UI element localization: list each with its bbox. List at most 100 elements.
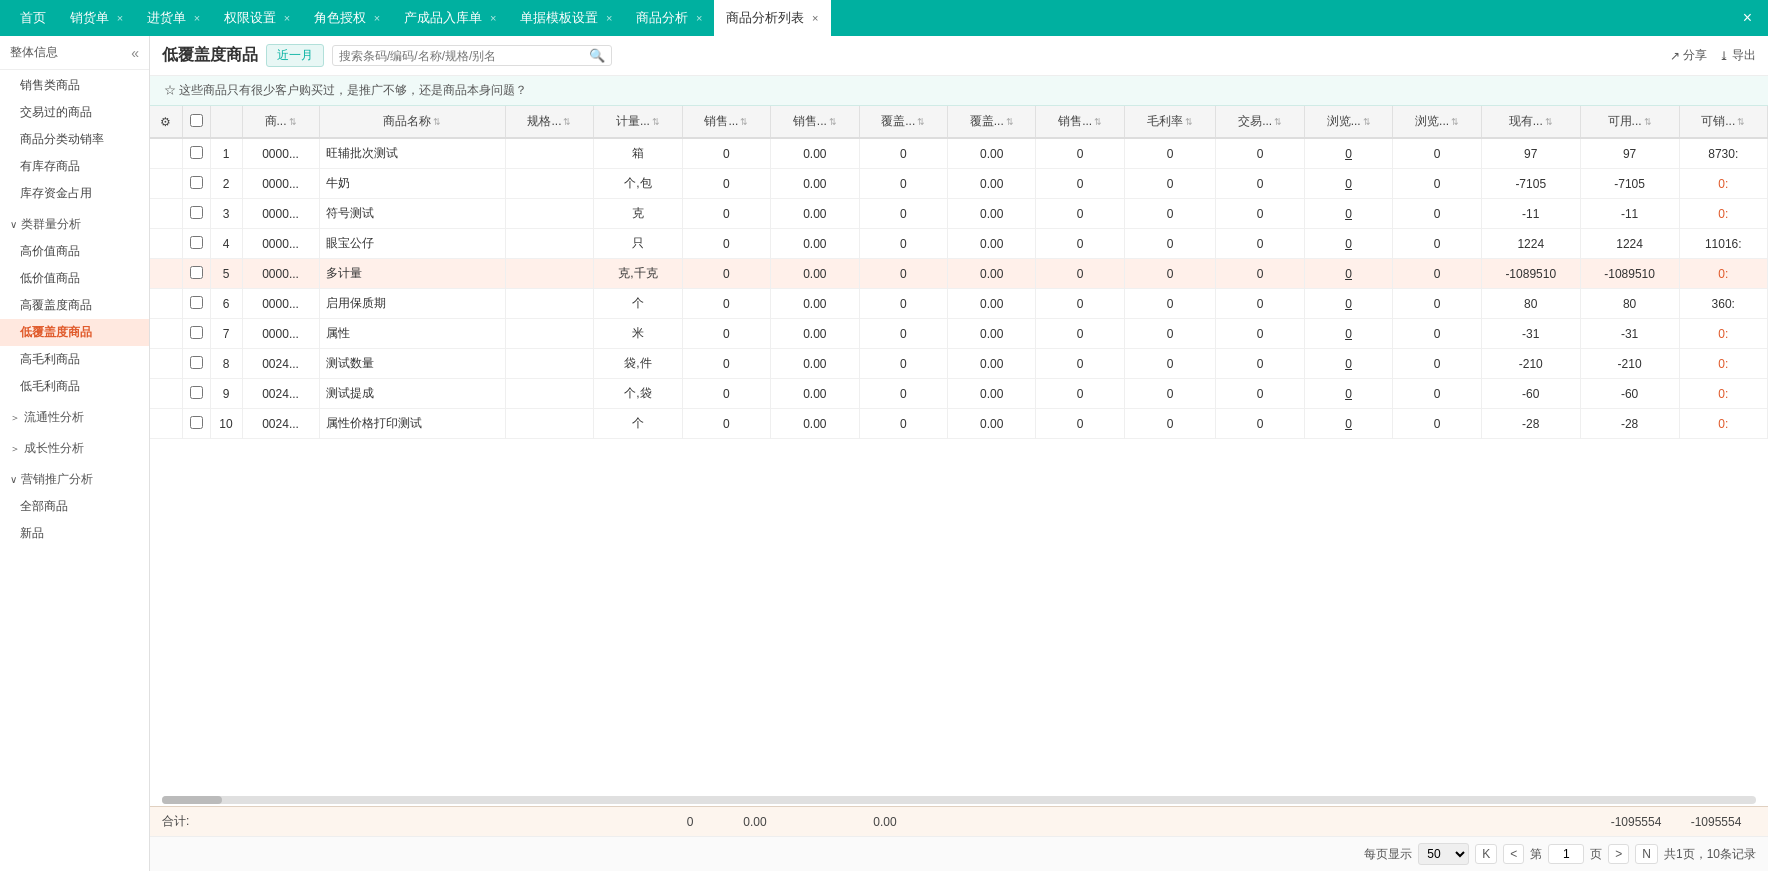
sidebar-item-high-margin[interactable]: 高毛利商品: [0, 346, 149, 373]
row-name[interactable]: 属性: [319, 319, 505, 349]
nav-product-analysis[interactable]: 商品分析 ×: [624, 0, 714, 36]
col-current[interactable]: 现有...⇅: [1481, 106, 1580, 138]
close-icon[interactable]: ×: [606, 12, 612, 24]
col-sellable[interactable]: 可销...⇅: [1679, 106, 1768, 138]
row-checkbox[interactable]: [182, 409, 210, 439]
row-view1[interactable]: 0: [1304, 319, 1392, 349]
nav-role-auth[interactable]: 角色授权 ×: [302, 0, 392, 36]
page-number-input[interactable]: [1548, 844, 1584, 864]
col-settings[interactable]: ⚙: [150, 106, 182, 138]
row-select-checkbox[interactable]: [190, 146, 203, 159]
select-all-checkbox[interactable]: [190, 114, 203, 127]
row-view1[interactable]: 0: [1304, 169, 1392, 199]
sidebar-item-new-goods[interactable]: 新品: [0, 520, 149, 547]
row-view1[interactable]: 0: [1304, 409, 1392, 439]
row-select-checkbox[interactable]: [190, 326, 203, 339]
col-cover1[interactable]: 覆盖...⇅: [859, 106, 947, 138]
row-view1[interactable]: 0: [1304, 289, 1392, 319]
col-cover2[interactable]: 覆盖...⇅: [948, 106, 1036, 138]
row-select-checkbox[interactable]: [190, 416, 203, 429]
close-icon[interactable]: ×: [490, 12, 496, 24]
row-checkbox[interactable]: [182, 199, 210, 229]
nav-sales-order[interactable]: 销货单 ×: [58, 0, 135, 36]
col-gross[interactable]: 毛利率⇅: [1124, 106, 1216, 138]
export-button[interactable]: ⤓ 导出: [1719, 47, 1756, 64]
row-select-checkbox[interactable]: [190, 206, 203, 219]
sidebar-item-category-turnover[interactable]: 商品分类动销率: [0, 126, 149, 153]
row-select-checkbox[interactable]: [190, 266, 203, 279]
close-icon[interactable]: ×: [696, 12, 702, 24]
close-icon[interactable]: ×: [374, 12, 380, 24]
row-name[interactable]: 属性价格打印测试: [319, 409, 505, 439]
col-name[interactable]: 商品名称⇅: [319, 106, 505, 138]
sidebar-item-high-coverage[interactable]: 高覆盖度商品: [0, 292, 149, 319]
row-view1[interactable]: 0: [1304, 259, 1392, 289]
nav-product-inbound[interactable]: 产成品入库单 ×: [392, 0, 508, 36]
col-usable[interactable]: 可用...⇅: [1580, 106, 1679, 138]
row-checkbox[interactable]: [182, 138, 210, 169]
row-view1[interactable]: 0: [1304, 379, 1392, 409]
last-page-button[interactable]: N: [1635, 844, 1658, 864]
sidebar-item-stock-capital[interactable]: 库存资金占用: [0, 180, 149, 207]
scrollbar-thumb[interactable]: [162, 796, 222, 804]
row-select-checkbox[interactable]: [190, 176, 203, 189]
nav-home[interactable]: 首页: [8, 0, 58, 36]
sidebar-item-all-goods[interactable]: 全部商品: [0, 493, 149, 520]
sidebar-item-low-margin[interactable]: 低毛利商品: [0, 373, 149, 400]
sidebar-item-high-value[interactable]: 高价值商品: [0, 238, 149, 265]
col-sales-qty[interactable]: 销售...⇅: [682, 106, 770, 138]
close-icon[interactable]: ×: [284, 12, 290, 24]
row-checkbox[interactable]: [182, 349, 210, 379]
col-spec[interactable]: 规格...⇅: [505, 106, 593, 138]
row-select-checkbox[interactable]: [190, 296, 203, 309]
filter-recent-month-button[interactable]: 近一月: [266, 44, 324, 67]
close-icon[interactable]: ×: [812, 12, 818, 24]
row-select-checkbox[interactable]: [190, 356, 203, 369]
row-name[interactable]: 眼宝公仔: [319, 229, 505, 259]
sidebar-collapse-button[interactable]: «: [131, 45, 139, 61]
row-name[interactable]: 旺辅批次测试: [319, 138, 505, 169]
row-name[interactable]: 启用保质期: [319, 289, 505, 319]
sidebar-section-liquidity-title[interactable]: ＞ 流通性分析: [0, 404, 149, 431]
row-checkbox[interactable]: [182, 289, 210, 319]
row-name[interactable]: 测试数量: [319, 349, 505, 379]
horizontal-scrollbar[interactable]: [162, 796, 1756, 804]
sidebar-item-low-value[interactable]: 低价值商品: [0, 265, 149, 292]
nav-permission-settings[interactable]: 权限设置 ×: [212, 0, 302, 36]
share-button[interactable]: ↗ 分享: [1670, 47, 1707, 64]
prev-page-button[interactable]: <: [1503, 844, 1524, 864]
nav-product-analysis-list[interactable]: 商品分析列表 ×: [714, 0, 830, 36]
row-view1[interactable]: 0: [1304, 229, 1392, 259]
row-checkbox[interactable]: [182, 379, 210, 409]
row-checkbox[interactable]: [182, 319, 210, 349]
first-page-button[interactable]: K: [1475, 844, 1497, 864]
window-close-button[interactable]: ×: [1743, 9, 1760, 27]
col-view1[interactable]: 浏览...⇅: [1304, 106, 1392, 138]
col-view2[interactable]: 浏览...⇅: [1393, 106, 1481, 138]
row-name[interactable]: 牛奶: [319, 169, 505, 199]
col-trade[interactable]: 交易...⇅: [1216, 106, 1304, 138]
row-name[interactable]: 测试提成: [319, 379, 505, 409]
sidebar-section-cluster-title[interactable]: ∨ 类群量分析: [0, 211, 149, 238]
close-icon[interactable]: ×: [194, 12, 200, 24]
row-checkbox[interactable]: [182, 259, 210, 289]
row-checkbox[interactable]: [182, 169, 210, 199]
row-select-checkbox[interactable]: [190, 386, 203, 399]
next-page-button[interactable]: >: [1608, 844, 1629, 864]
row-name[interactable]: 多计量: [319, 259, 505, 289]
col-code[interactable]: 商...⇅: [242, 106, 319, 138]
row-name[interactable]: 符号测试: [319, 199, 505, 229]
row-view1[interactable]: 0: [1304, 138, 1392, 169]
col-sales-amt[interactable]: 销售...⇅: [771, 106, 859, 138]
nav-template-settings[interactable]: 单据模板设置 ×: [508, 0, 624, 36]
close-icon[interactable]: ×: [117, 12, 123, 24]
row-select-checkbox[interactable]: [190, 236, 203, 249]
sidebar-section-marketing-title[interactable]: ∨ 营销推广分析: [0, 466, 149, 493]
row-view1[interactable]: 0: [1304, 199, 1392, 229]
row-view1[interactable]: 0: [1304, 349, 1392, 379]
sidebar-item-traded-goods[interactable]: 交易过的商品: [0, 99, 149, 126]
nav-purchase-order[interactable]: 进货单 ×: [135, 0, 212, 36]
col-unit[interactable]: 计量...⇅: [594, 106, 682, 138]
sidebar-item-sales-goods[interactable]: 销售类商品: [0, 72, 149, 99]
search-input[interactable]: [339, 49, 589, 63]
